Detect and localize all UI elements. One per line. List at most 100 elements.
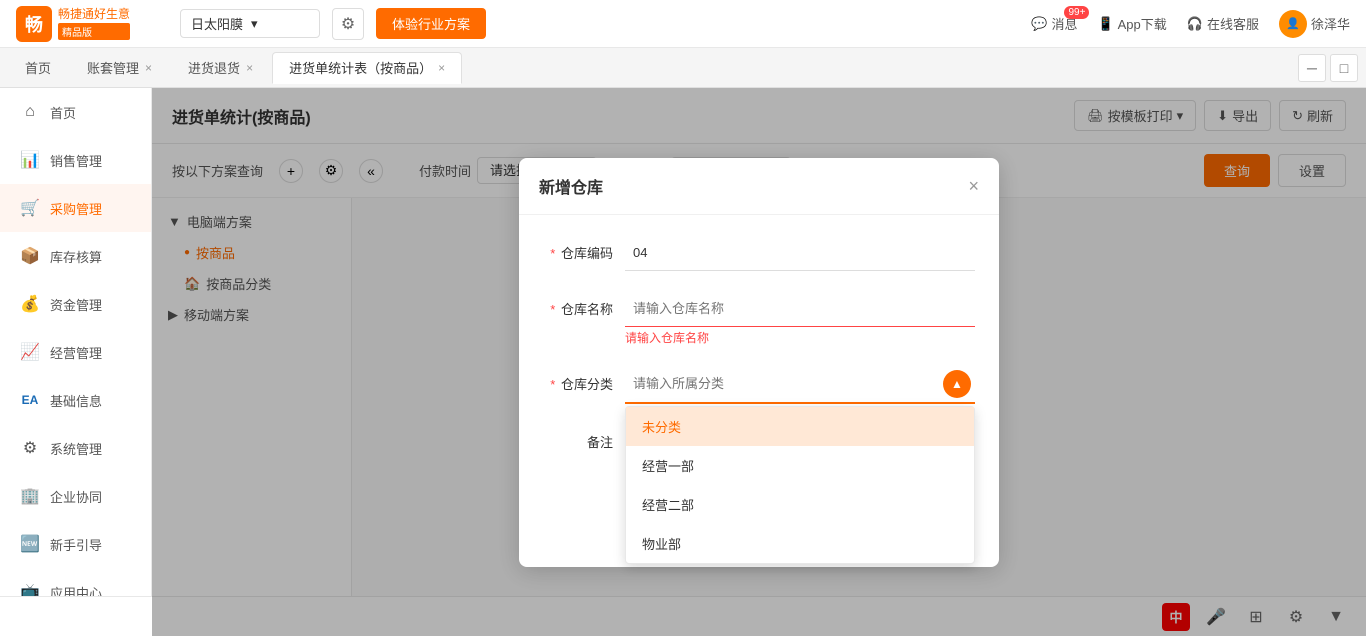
logo-icon: 畅 — [16, 6, 52, 42]
sidebar-item-operations[interactable]: 📈 经营管理 — [0, 328, 151, 376]
customer-service-item[interactable]: 🎧 在线客服 — [1187, 14, 1259, 33]
name-error-msg: 请输入仓库名称 — [625, 329, 975, 346]
logo-text-block: 畅捷通好生意 精品版 — [58, 7, 130, 40]
customer-service-label: 在线客服 — [1207, 14, 1259, 33]
category-input-wrap: ▲ — [625, 366, 975, 404]
note-label: 备注 — [543, 424, 613, 451]
category-label: * 仓库分类 — [543, 366, 613, 393]
sidebar-item-home[interactable]: ⌂ 首页 — [0, 88, 151, 136]
tab-bar: 首页 账套管理 × 进货退货 × 进货单统计表（按商品） × ─ □ — [0, 48, 1366, 88]
tab-minimize-button[interactable]: ─ — [1298, 54, 1326, 82]
inventory-icon: 📦 — [20, 246, 40, 266]
sidebar-item-enterprise[interactable]: 🏢 企业协同 — [0, 472, 151, 520]
category-option-dept2[interactable]: 经营二部 — [626, 485, 974, 524]
logo-area: 畅 畅捷通好生意 精品版 — [16, 6, 168, 42]
sidebar-label-newbie: 新手引导 — [50, 535, 102, 554]
name-field: 请输入仓库名称 — [625, 291, 975, 346]
notification-item[interactable]: 💬 消息 99+ — [1031, 14, 1077, 33]
header-right: 💬 消息 99+ 📱 App下载 🎧 在线客服 👤 徐泽华 — [1031, 10, 1350, 38]
top-header: 畅 畅捷通好生意 精品版 日太阳膜 ▾ ⚙ 体验行业方案 💬 消息 99+ 📱 … — [0, 0, 1366, 48]
home-icon: ⌂ — [20, 103, 40, 121]
modal-overlay[interactable]: 新增仓库 × * 仓库编码 — [152, 88, 1366, 636]
username: 徐泽华 — [1311, 14, 1350, 33]
enterprise-icon: 🏢 — [20, 486, 40, 506]
dialog-close-button[interactable]: × — [968, 177, 979, 195]
sidebar-item-basic[interactable]: EA 基础信息 — [0, 376, 151, 424]
tab-bar-actions: ─ □ — [1298, 54, 1358, 82]
tab-maximize-button[interactable]: □ — [1330, 54, 1358, 82]
tab-purchase-return-close[interactable]: × — [246, 61, 253, 75]
sidebar-item-inventory[interactable]: 📦 库存核算 — [0, 232, 151, 280]
sidebar: ⌂ 首页 📊 销售管理 🛒 采购管理 📦 库存核算 💰 资金管理 📈 经营管理 … — [0, 88, 152, 636]
purchase-icon: 🛒 — [20, 198, 40, 218]
headset-icon: 🎧 — [1187, 16, 1203, 32]
sidebar-item-finance[interactable]: 💰 资金管理 — [0, 280, 151, 328]
tab-purchase-stat-label: 进货单统计表（按商品） — [289, 58, 432, 77]
content-area: 进货单统计(按商品) 🖨 按模板打印 ▾ ⬇ 导出 ↻ 刷新 按以下方案查询 — [152, 88, 1366, 636]
dialog-title: 新增仓库 — [539, 174, 603, 198]
notification-badge: 99+ — [1064, 6, 1089, 19]
main-layout: ⌂ 首页 📊 销售管理 🛒 采购管理 📦 库存核算 💰 资金管理 📈 经营管理 … — [0, 88, 1366, 636]
category-dropdown-arrow[interactable]: ▲ — [943, 370, 971, 398]
code-field — [625, 235, 975, 271]
sidebar-label-basic: 基础信息 — [50, 391, 102, 410]
sidebar-label-system: 系统管理 — [50, 439, 102, 458]
sidebar-label-inventory: 库存核算 — [50, 247, 102, 266]
gear-button[interactable]: ⚙ — [332, 8, 364, 40]
code-input[interactable] — [625, 235, 975, 271]
category-option-property[interactable]: 物业部 — [626, 524, 974, 563]
sidebar-item-purchase[interactable]: 🛒 采购管理 — [0, 184, 151, 232]
category-option-none[interactable]: 未分类 — [626, 407, 974, 446]
name-input[interactable] — [625, 291, 975, 327]
dialog-header: 新增仓库 × — [519, 158, 999, 215]
category-field: ▲ 未分类 经营一部 经营二部 物业部 — [625, 366, 975, 404]
required-star-category: * — [550, 377, 555, 392]
form-row-name: * 仓库名称 请输入仓库名称 — [543, 291, 975, 346]
store-name: 日太阳膜 — [191, 14, 243, 33]
finance-icon: 💰 — [20, 294, 40, 314]
tab-account-label: 账套管理 — [87, 58, 139, 77]
sidebar-label-home: 首页 — [50, 103, 76, 122]
app-download-item[interactable]: 📱 App下载 — [1097, 14, 1166, 33]
avatar-icon: 👤 — [1286, 17, 1300, 30]
tab-purchase-return[interactable]: 进货退货 × — [171, 52, 270, 84]
tab-purchase-return-label: 进货退货 — [188, 58, 240, 77]
category-option-dept1[interactable]: 经营一部 — [626, 446, 974, 485]
sidebar-item-system[interactable]: ⚙ 系统管理 — [0, 424, 151, 472]
sidebar-item-sales[interactable]: 📊 销售管理 — [0, 136, 151, 184]
required-star-code: * — [550, 246, 555, 261]
app-download-label: App下载 — [1118, 14, 1167, 33]
sidebar-label-enterprise: 企业协同 — [50, 487, 102, 506]
avatar: 👤 — [1279, 10, 1307, 38]
tab-account-close[interactable]: × — [145, 61, 152, 75]
tab-purchase-stat-close[interactable]: × — [438, 61, 445, 75]
tab-account[interactable]: 账套管理 × — [70, 52, 169, 84]
code-label: * 仓库编码 — [543, 235, 613, 262]
store-dropdown-icon: ▾ — [251, 16, 258, 32]
sales-icon: 📊 — [20, 150, 40, 170]
basic-icon: EA — [20, 393, 40, 407]
sidebar-label-operations: 经营管理 — [50, 343, 102, 362]
form-row-code: * 仓库编码 — [543, 235, 975, 271]
new-warehouse-dialog: 新增仓库 × * 仓库编码 — [519, 158, 999, 567]
logo-badge: 精品版 — [58, 23, 130, 40]
category-input[interactable] — [625, 366, 943, 402]
form-row-category: * 仓库分类 ▲ 未分类 经营一部 经营二部 — [543, 366, 975, 404]
trial-button[interactable]: 体验行业方案 — [376, 8, 486, 39]
sidebar-item-newbie[interactable]: 🆕 新手引导 — [0, 520, 151, 568]
logo-text: 畅捷通好生意 — [58, 7, 130, 23]
logo-char: 畅 — [25, 11, 43, 37]
dialog-body: * 仓库编码 * 仓库名称 — [519, 215, 999, 500]
category-dropdown-list: 未分类 经营一部 经营二部 物业部 — [625, 406, 975, 564]
user-item[interactable]: 👤 徐泽华 — [1279, 10, 1350, 38]
system-icon: ⚙ — [20, 438, 40, 458]
tab-home-label: 首页 — [25, 58, 51, 77]
tab-purchase-stat[interactable]: 进货单统计表（按商品） × — [272, 52, 462, 84]
name-label: * 仓库名称 — [543, 291, 613, 318]
sidebar-label-finance: 资金管理 — [50, 295, 102, 314]
tab-home[interactable]: 首页 — [8, 52, 68, 84]
store-selector[interactable]: 日太阳膜 ▾ — [180, 9, 320, 38]
newbie-icon: 🆕 — [20, 534, 40, 554]
sidebar-label-sales: 销售管理 — [50, 151, 102, 170]
operations-icon: 📈 — [20, 342, 40, 362]
